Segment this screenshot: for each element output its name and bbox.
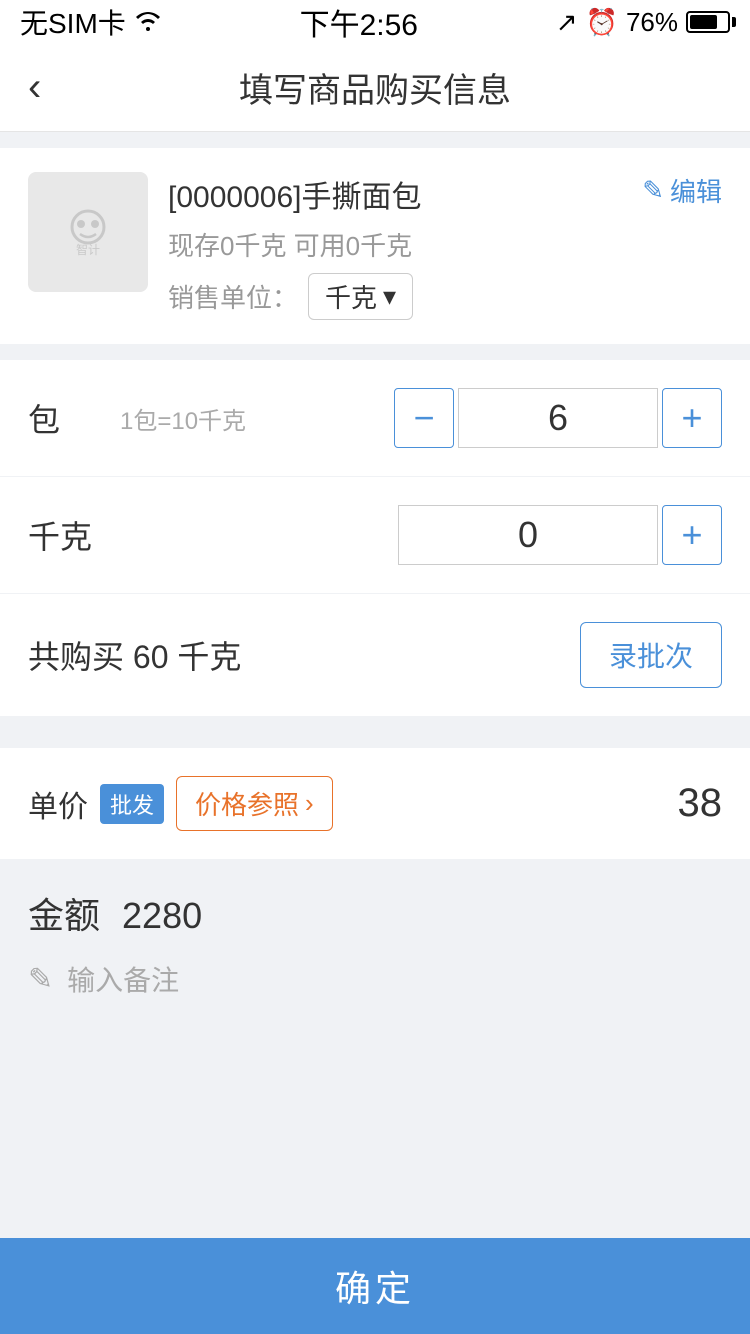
price-text: 单价 (28, 782, 88, 826)
amount-section: 金额 2280 ✎ 输入备注 (0, 859, 750, 1019)
qty-label-bao: 包 (28, 395, 108, 441)
price-label: 单价 批发 价格参照 › (28, 776, 333, 831)
alarm-icon: ⏰ (586, 7, 618, 38)
battery-percent: 76% (626, 7, 678, 38)
edit-icon: ✎ (642, 175, 664, 206)
quantity-row-kg: 千克 + (0, 477, 750, 594)
status-right: ↗ ⏰ 76% (556, 7, 730, 38)
price-ref-label: 价格参照 (195, 785, 299, 822)
qty-controls-kg: + (398, 505, 722, 565)
divider-1 (0, 344, 750, 360)
batch-tag: 批发 (100, 784, 164, 824)
price-reference-button[interactable]: 价格参照 › (176, 776, 333, 831)
qty-plus-kg[interactable]: + (662, 505, 722, 565)
qty-label-kg: 千克 (28, 512, 108, 558)
price-row: 单价 批发 价格参照 › 38 (28, 776, 722, 831)
edit-button[interactable]: ✎ 编辑 (642, 172, 722, 209)
wifi-icon (134, 6, 162, 38)
battery-icon (686, 11, 730, 33)
unit-label: 销售单位： (168, 278, 298, 315)
status-bar: 无SIM卡 下午2:56 ↗ ⏰ 76% (0, 0, 750, 44)
back-button[interactable]: ‹ (28, 65, 41, 110)
price-section: 单价 批发 价格参照 › 38 (0, 748, 750, 859)
remark-row[interactable]: ✎ 输入备注 (28, 959, 722, 999)
page-title: 填写商品购买信息 (239, 63, 511, 112)
total-row: 共购买 60 千克 录批次 (0, 594, 750, 716)
carrier-text: 无SIM卡 (20, 2, 126, 42)
product-logo-icon: 智计 (58, 202, 118, 262)
qty-hint-bao: 1包=10千克 (120, 401, 394, 436)
unit-select[interactable]: 千克 ▾ (308, 273, 413, 320)
quantity-row-bao: 包 1包=10千克 − + (0, 360, 750, 477)
amount-label: 金额 (28, 895, 100, 936)
qty-minus-bao[interactable]: − (394, 388, 454, 448)
status-left: 无SIM卡 (20, 2, 162, 42)
total-text: 共购买 60 千克 (28, 632, 241, 678)
svg-text:智计: 智计 (76, 242, 100, 257)
unit-value: 千克 (325, 278, 377, 315)
confirm-button[interactable]: 确定 (0, 1238, 750, 1334)
edit-label: 编辑 (670, 172, 722, 209)
amount-value: 2280 (122, 895, 202, 936)
divider-2 (0, 716, 750, 732)
qty-input-bao[interactable] (458, 388, 658, 448)
nav-bar: ‹ 填写商品购买信息 (0, 44, 750, 132)
record-batch-button[interactable]: 录批次 (580, 622, 722, 688)
remark-placeholder: 输入备注 (67, 959, 179, 999)
qty-input-kg[interactable] (398, 505, 658, 565)
status-time: 下午2:56 (300, 0, 418, 44)
bottom-spacer (0, 1019, 750, 1139)
remark-icon: ✎ (28, 962, 53, 997)
price-value: 38 (678, 781, 723, 826)
product-name: [0000006]手撕面包 (168, 172, 722, 216)
product-card: 智计 [0000006]手撕面包 现存0千克 可用0千克 销售单位： 千克 ▾ … (0, 148, 750, 344)
unit-dropdown-icon: ▾ (383, 281, 396, 312)
amount-row: 金额 2280 (28, 887, 722, 939)
qty-plus-bao[interactable]: + (662, 388, 722, 448)
qty-controls-bao: − + (394, 388, 722, 448)
price-ref-arrow: › (305, 788, 314, 819)
product-unit-row: 销售单位： 千克 ▾ (168, 273, 722, 320)
product-image: 智计 (28, 172, 148, 292)
product-info: [0000006]手撕面包 现存0千克 可用0千克 销售单位： 千克 ▾ (168, 172, 722, 320)
location-icon: ↗ (556, 7, 578, 38)
quantity-section: 包 1包=10千克 − + 千克 + 共购买 60 千克 录批次 (0, 360, 750, 716)
product-stock: 现存0千克 可用0千克 (168, 226, 722, 263)
